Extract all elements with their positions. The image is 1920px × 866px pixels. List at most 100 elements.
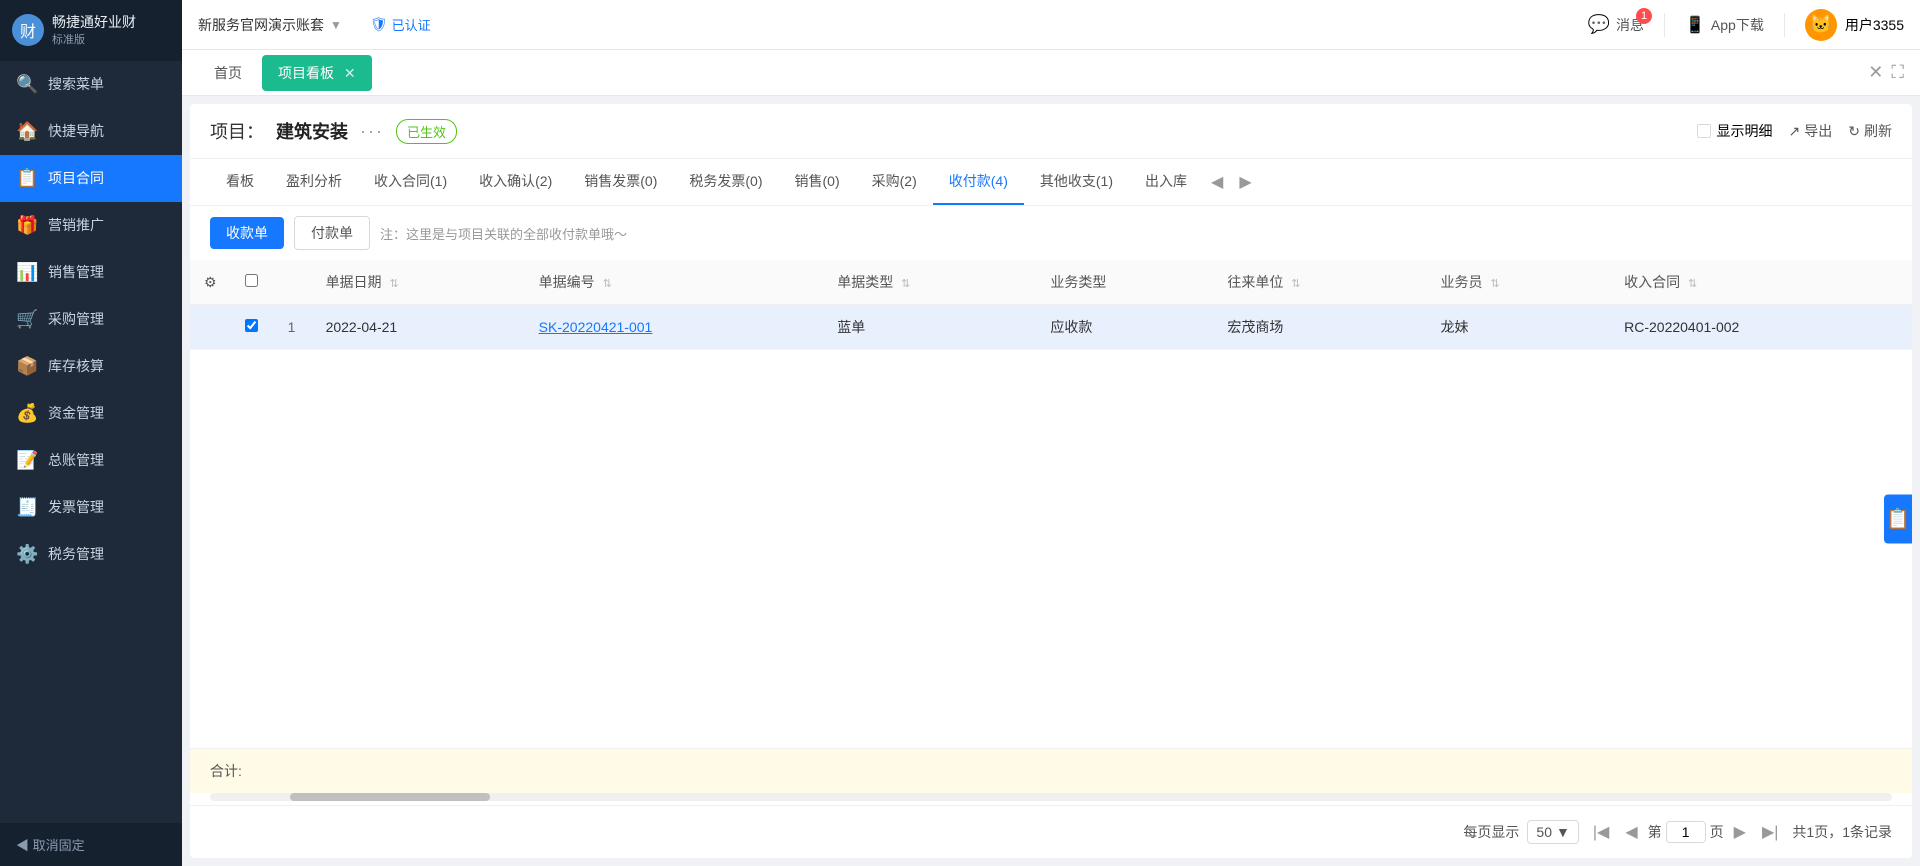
collection-bill-button[interactable]: 收款单 [210, 217, 284, 249]
account-name: 新服务官网演示账套 [198, 15, 324, 35]
tab-bar: 首页 项目看板 ✕ ✕ ⛶ [182, 50, 1920, 96]
nav-next-icon[interactable]: ▶ [1231, 164, 1259, 200]
income-contract-header-label: 收入合同 [1624, 274, 1680, 290]
num-header [272, 260, 312, 305]
row-checkbox[interactable] [245, 319, 258, 332]
sub-tab-income-contract[interactable]: 收入合同(1) [358, 159, 463, 205]
nav-prev-icon[interactable]: ◀ [1203, 164, 1231, 200]
quick-action-button[interactable]: 📋 [1884, 494, 1912, 543]
sub-tab-profit[interactable]: 盈利分析 [270, 159, 358, 205]
sub-tab-other-income[interactable]: 其他收支(1) [1024, 159, 1129, 205]
sidebar-item-label: 销售管理 [48, 262, 104, 282]
checkbox-header[interactable] [231, 260, 272, 305]
horizontal-scrollbar[interactable] [210, 793, 1892, 801]
sub-tab-receipt[interactable]: 收付款(4) [933, 159, 1024, 205]
sub-tab-inout[interactable]: 出入库 [1129, 159, 1203, 205]
message-icon: 💬 [1588, 14, 1610, 35]
more-icon[interactable]: ··· [360, 121, 384, 142]
sidebar-item-label: 搜索菜单 [48, 74, 104, 94]
sidebar-item-purchase[interactable]: 🛒 采购管理 [0, 296, 182, 343]
sub-tab-other-income-label: 其他收支(1) [1040, 173, 1113, 189]
tab-home[interactable]: 首页 [198, 55, 258, 91]
sidebar-item-ledger[interactable]: 📝 总账管理 [0, 437, 182, 484]
row-code-link[interactable]: SK-20220421-001 [539, 319, 653, 335]
certified-label: 已认证 [392, 15, 431, 34]
prev-page-button[interactable]: ◀ [1619, 818, 1643, 846]
sidebar-item-invoice[interactable]: 🧾 发票管理 [0, 484, 182, 531]
row-code[interactable]: SK-20220421-001 [525, 305, 824, 350]
show-detail-checkbox[interactable] [1697, 124, 1711, 138]
sub-tab-kanban[interactable]: 看板 [210, 159, 270, 205]
window-expand-icon[interactable]: ⛶ [1891, 62, 1904, 83]
row-checkbox-cell[interactable] [231, 305, 272, 350]
last-page-button[interactable]: ▶| [1756, 818, 1784, 846]
sub-tab-sales-invoice[interactable]: 销售发票(0) [568, 159, 673, 205]
search-icon: 🔍 [16, 74, 38, 95]
project-label: 项目： [210, 118, 264, 144]
divider [1664, 13, 1665, 37]
sort-icon: ⇅ [901, 277, 910, 290]
sub-tab-profit-label: 盈利分析 [286, 173, 342, 189]
show-detail-toggle[interactable]: 显示明细 [1697, 121, 1773, 141]
sub-tab-income-confirm[interactable]: 收入确认(2) [463, 159, 568, 205]
first-page-button[interactable]: |◀ [1587, 818, 1615, 846]
export-label: 导出 [1804, 121, 1832, 141]
unpin-button[interactable]: ◀ 取消固定 [0, 823, 182, 866]
table-footer: 合计: [190, 748, 1912, 793]
partner-header[interactable]: 往来单位 ⇅ [1213, 260, 1426, 305]
page-size-select[interactable]: 50 ▼ [1527, 820, 1578, 844]
account-selector[interactable]: 新服务官网演示账套 ▼ [198, 15, 342, 35]
row-type-value: 蓝单 [837, 319, 865, 335]
window-close-icon[interactable]: ✕ [1868, 62, 1883, 83]
select-all-checkbox[interactable] [245, 274, 258, 287]
income-contract-header[interactable]: 收入合同 ⇅ [1610, 260, 1912, 305]
sidebar-item-capital[interactable]: 💰 资金管理 [0, 390, 182, 437]
sidebar-item-sales[interactable]: 📊 销售管理 [0, 249, 182, 296]
row-income-contract: RC-20220401-002 [1610, 305, 1912, 350]
app-download-button[interactable]: 📱 App下载 [1685, 15, 1764, 35]
sidebar-item-quicknav[interactable]: 🏠 快捷导航 [0, 108, 182, 155]
table-row: 1 2022-04-21 SK-20220421-001 蓝单 应收款 [190, 305, 1912, 350]
sidebar-item-project[interactable]: 📋 项目合同 [0, 155, 182, 202]
sort-icon: ⇅ [603, 277, 612, 290]
user-info[interactable]: 🐱 用户3355 [1805, 9, 1904, 41]
tab-home-label: 首页 [214, 65, 242, 81]
certified-badge: 🛡 已认证 [370, 15, 431, 34]
page-size-label: 每页显示 [1463, 822, 1519, 842]
salesman-header[interactable]: 业务员 ⇅ [1427, 260, 1611, 305]
type-header[interactable]: 单据类型 ⇅ [823, 260, 1036, 305]
sidebar-item-inventory[interactable]: 📦 库存核算 [0, 343, 182, 390]
sub-tab-income-confirm-label: 收入确认(2) [479, 173, 552, 189]
sub-tab-inout-label: 出入库 [1145, 173, 1187, 189]
chevron-down-icon: ▼ [1556, 824, 1570, 840]
settings-header[interactable]: ⚙ [190, 260, 231, 305]
sub-tab-sales-invoice-label: 销售发票(0) [584, 173, 657, 189]
project-icon: 📋 [16, 168, 38, 189]
sidebar-item-search[interactable]: 🔍 搜索菜单 [0, 61, 182, 108]
tab-project-kanban[interactable]: 项目看板 ✕ [262, 55, 372, 91]
close-icon[interactable]: ✕ [344, 65, 356, 81]
sidebar-item-tax[interactable]: ⚙️ 税务管理 [0, 531, 182, 578]
scrollbar-thumb[interactable] [290, 793, 490, 801]
sidebar-item-label: 总账管理 [48, 450, 104, 470]
sidebar-item-label: 快捷导航 [48, 121, 104, 141]
next-page-button[interactable]: ▶ [1728, 818, 1752, 846]
avatar: 🐱 [1805, 9, 1837, 41]
show-detail-label: 显示明细 [1717, 121, 1773, 141]
refresh-button[interactable]: ↻ 刷新 [1848, 121, 1892, 141]
sub-tab-purchase[interactable]: 采购(2) [856, 159, 933, 205]
sort-icon: ⇅ [1291, 277, 1300, 290]
sub-tab-sales[interactable]: 销售(0) [779, 159, 856, 205]
export-button[interactable]: ↗ 导出 [1789, 121, 1833, 141]
row-partner-value: 宏茂商场 [1227, 319, 1283, 335]
sidebar-item-marketing[interactable]: 🎁 营销推广 [0, 202, 182, 249]
page-input[interactable] [1666, 821, 1706, 843]
message-button[interactable]: 💬 消息 1 [1588, 14, 1644, 35]
date-header[interactable]: 单据日期 ⇅ [312, 260, 525, 305]
sort-icon: ⇅ [1490, 277, 1499, 290]
collection-bill-label: 收款单 [226, 225, 268, 241]
code-header[interactable]: 单据编号 ⇅ [525, 260, 824, 305]
export-icon: ↗ [1789, 123, 1801, 140]
sub-tab-tax-invoice[interactable]: 税务发票(0) [673, 159, 778, 205]
payment-bill-button[interactable]: 付款单 [294, 216, 370, 250]
